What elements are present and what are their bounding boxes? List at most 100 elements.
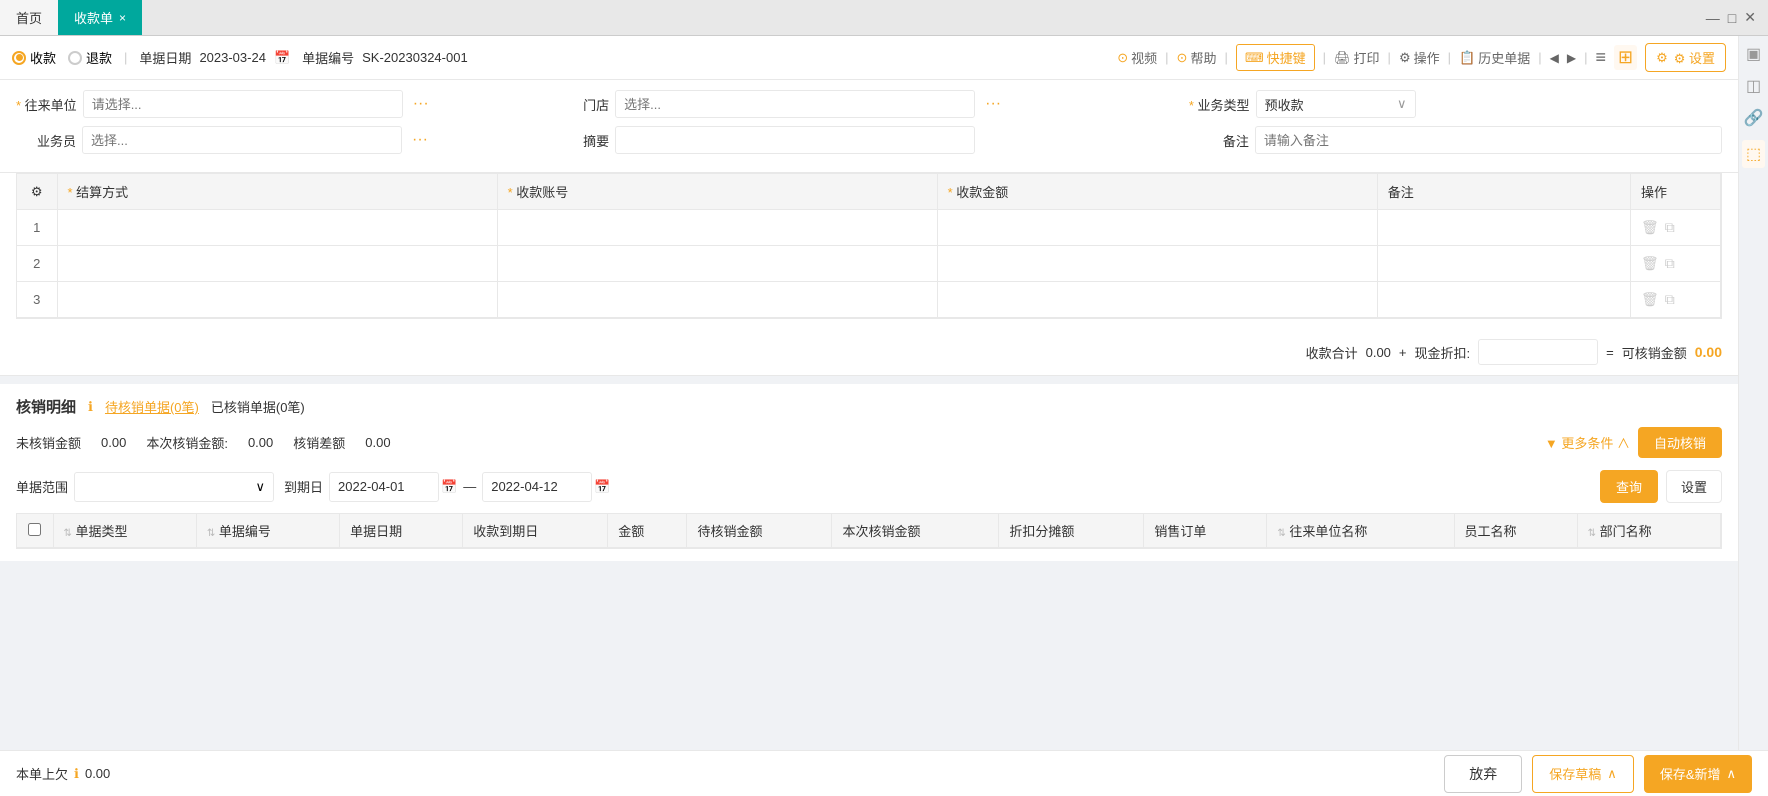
verify-info-icon[interactable]: ℹ: [88, 399, 93, 415]
calendar-to-icon[interactable]: 📅: [594, 479, 610, 495]
operation-icon: ⚙: [1399, 50, 1411, 66]
nav-next-btn[interactable]: ▶: [1567, 51, 1576, 65]
shortcut-btn[interactable]: ⌨ 快捷键: [1236, 44, 1315, 71]
row-2-copy-icon[interactable]: ⧉: [1665, 255, 1675, 272]
calendar-from-icon[interactable]: 📅: [441, 479, 457, 495]
split-view-btn[interactable]: ⊞: [1614, 45, 1637, 70]
save-new-button[interactable]: 保存&新增 ∧: [1644, 755, 1752, 793]
toolbar: 收款 退款 | 单据日期 2023-03-24 📅 单据编号 SK-202303…: [0, 36, 1738, 80]
gear-icon: ⚙: [31, 184, 43, 199]
date-sep: —: [463, 479, 476, 494]
sort-icon[interactable]: ⇅: [1277, 528, 1285, 539]
row-2-settlement[interactable]: [57, 246, 497, 282]
range-select[interactable]: ∨: [74, 472, 274, 502]
tab-active[interactable]: 收款单 ×: [58, 0, 142, 35]
calendar-icon[interactable]: 📅: [274, 50, 290, 66]
table-settings-button[interactable]: 设置: [1666, 470, 1722, 503]
maximize-button[interactable]: □: [1728, 10, 1736, 26]
col-doc-type: ⇅ 单据类型: [53, 514, 196, 548]
staff-more-btn[interactable]: ···: [408, 131, 432, 149]
tab-close-icon[interactable]: ×: [119, 11, 126, 25]
col-settings[interactable]: ⚙: [17, 174, 57, 210]
row-3-note[interactable]: [1377, 282, 1630, 318]
date-from-input[interactable]: [329, 472, 439, 502]
row-3-account[interactable]: [497, 282, 937, 318]
row-2-delete-icon[interactable]: 🗑: [1641, 255, 1659, 272]
sidebar-icon-4[interactable]: ⬚: [1742, 140, 1765, 168]
business-type-select[interactable]: 预收款 ∨: [1256, 90, 1416, 118]
row-2-note[interactable]: [1377, 246, 1630, 282]
print-btn[interactable]: 🖨 打印: [1334, 48, 1380, 67]
sidebar-icon-3[interactable]: 🔗: [1744, 108, 1764, 128]
col-staff-name: 员工名称: [1454, 514, 1577, 548]
date-to-input[interactable]: [482, 472, 592, 502]
sort-icon[interactable]: ⇅: [64, 528, 72, 539]
party-input[interactable]: [83, 90, 403, 118]
shop-more-btn[interactable]: ···: [981, 95, 1005, 113]
save-draft-chevron-icon: ∧: [1607, 766, 1617, 782]
verify-title: 核销明细: [16, 396, 76, 417]
close-button[interactable]: ✕: [1744, 9, 1756, 26]
business-type-value: 预收款: [1265, 95, 1393, 114]
table-row: 2 🗑 ⧉: [17, 246, 1721, 282]
row-3-settlement[interactable]: [57, 282, 497, 318]
row-2-account[interactable]: [497, 246, 937, 282]
minimize-button[interactable]: —: [1706, 10, 1720, 26]
bottom-info-icon[interactable]: ℹ: [74, 766, 79, 782]
doc-number-value: SK-20230324-001: [362, 50, 468, 65]
save-draft-button[interactable]: 保存草稿 ∧: [1532, 755, 1634, 793]
settings-button[interactable]: ⚙ ⚙ 设置: [1645, 43, 1726, 72]
form-area: * 往来单位 ··· 门店 ··· * 业务类型: [0, 80, 1738, 173]
filter-row: 单据范围 ∨ 到期日 📅 — 📅 查询 设置: [16, 470, 1722, 503]
toolbar-right: ⊙ 视频 | ⊙ 帮助 | ⌨ 快捷键 | 🖨 打印 | ⚙ 操作: [1117, 43, 1726, 72]
party-more-btn[interactable]: ···: [409, 95, 433, 113]
row-3-delete-icon[interactable]: 🗑: [1641, 291, 1659, 308]
operation-btn[interactable]: ⚙ 操作: [1399, 48, 1440, 67]
summary-row: 收款合计 0.00 + 现金折扣: = 可核销金额 0.00: [0, 329, 1738, 376]
sort-icon[interactable]: ⇅: [1588, 528, 1596, 539]
video-btn[interactable]: ⊙ 视频: [1117, 48, 1157, 67]
row-3-amount[interactable]: [937, 282, 1377, 318]
row-1-copy-icon[interactable]: ⧉: [1665, 219, 1675, 236]
table-container: ⚙ * 结算方式 * 收款账号 *: [16, 173, 1722, 319]
window-controls: — □ ✕: [1706, 9, 1768, 26]
col-pending-amount: 待核销金额: [687, 514, 832, 548]
help-btn[interactable]: ⊙ 帮助: [1177, 48, 1217, 67]
row-2-amount[interactable]: [937, 246, 1377, 282]
row-1-note[interactable]: [1377, 210, 1630, 246]
more-filter-btn[interactable]: ▼ 更多条件 ∧: [1545, 433, 1630, 452]
radio-receive[interactable]: 收款: [12, 48, 56, 67]
unverified-label: 未核销金额: [16, 433, 81, 452]
note-input[interactable]: [1255, 126, 1722, 154]
history-btn[interactable]: 📋 历史单据: [1459, 48, 1530, 67]
tab-home[interactable]: 首页: [0, 0, 58, 35]
list-view-btn[interactable]: ≡: [1595, 47, 1606, 68]
verify-header-row: ⇅ 单据类型 ⇅ 单据编号 单据日期 收款到期日 金额 待核销金额 本次核: [17, 514, 1721, 548]
staff-input[interactable]: [82, 126, 402, 154]
row-1-settlement[interactable]: [57, 210, 497, 246]
row-num-2: 2: [17, 246, 57, 282]
sort-icon[interactable]: ⇅: [207, 528, 215, 539]
shop-input[interactable]: [615, 90, 975, 118]
row-1-account[interactable]: [497, 210, 937, 246]
main-scroll[interactable]: * 往来单位 ··· 门店 ··· * 业务类型: [0, 80, 1738, 750]
pending-tab[interactable]: 待核销单据(0笔): [105, 397, 199, 416]
sidebar-icon-2[interactable]: ◫: [1746, 76, 1761, 96]
summary-input[interactable]: [615, 126, 975, 154]
row-1-amount[interactable]: [937, 210, 1377, 246]
radio-refund[interactable]: 退款: [68, 48, 112, 67]
select-all-checkbox[interactable]: [28, 523, 41, 536]
row-3-copy-icon[interactable]: ⧉: [1665, 291, 1675, 308]
business-type-field: * 业务类型 预收款 ∨: [1189, 90, 1722, 118]
abandon-button[interactable]: 放弃: [1444, 755, 1522, 793]
auto-verify-button[interactable]: 自动核销: [1638, 427, 1722, 458]
done-tab[interactable]: 已核销单据(0笔): [211, 397, 305, 416]
nav-prev-btn[interactable]: ◀: [1550, 51, 1559, 65]
doc-number-info: 单据编号 SK-20230324-001: [302, 48, 468, 67]
filter-actions: 查询 设置: [1600, 470, 1722, 503]
query-button[interactable]: 查询: [1600, 470, 1658, 503]
row-1-delete-icon[interactable]: 🗑: [1641, 219, 1659, 236]
discount-input[interactable]: [1478, 339, 1598, 365]
range-field: 单据范围 ∨: [16, 472, 274, 502]
sidebar-icon-1[interactable]: ▣: [1746, 44, 1761, 64]
